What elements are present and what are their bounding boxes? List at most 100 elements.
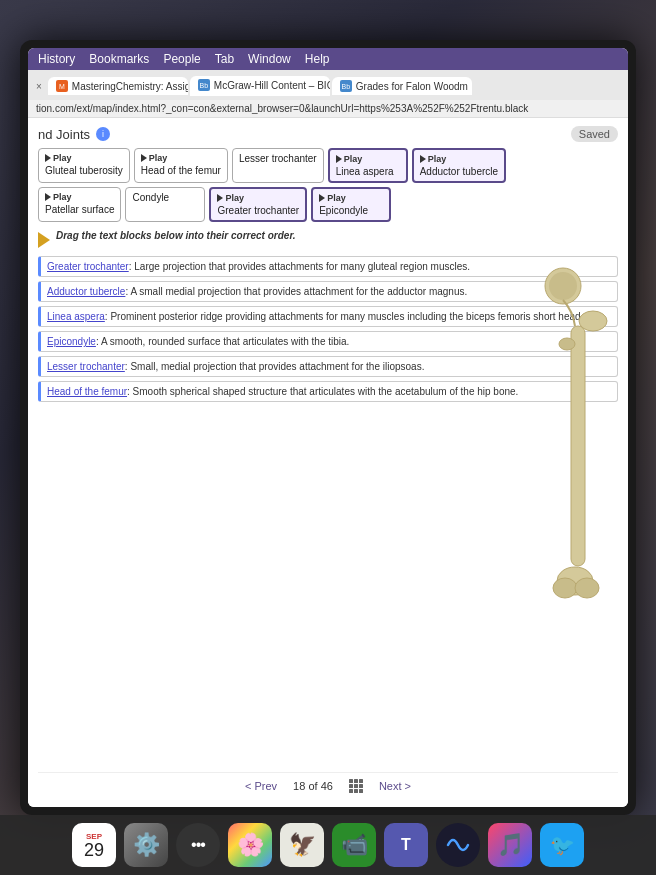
svg-point-1 (549, 272, 577, 300)
saved-badge: Saved (571, 126, 618, 142)
dock-wave[interactable] (436, 823, 480, 867)
menu-people[interactable]: People (163, 52, 200, 66)
tab-label-3: Grades for Falon Woodm (356, 81, 468, 92)
drag-instruction: Drag the text blocks below into their co… (38, 230, 618, 248)
play-text-adductor: Play (428, 154, 447, 164)
btn-label-greater: Greater trochanter (217, 205, 299, 216)
tab-3[interactable]: Bb Grades for Falon Woodm (332, 77, 472, 95)
desc-text-1: : A small medial projection that provide… (125, 286, 467, 297)
page-header: nd Joints i Saved (38, 126, 618, 142)
tab-close-btn[interactable]: × (32, 79, 46, 94)
grid-dot-5 (354, 784, 358, 788)
play-icon-greater (217, 194, 223, 202)
btn-linea[interactable]: Play Linea aspera (328, 148, 408, 183)
menu-window[interactable]: Window (248, 52, 291, 66)
tab-icon-3: Bb (340, 80, 352, 92)
info-icon: i (96, 127, 110, 141)
term-1: Adductor tubercle (47, 286, 125, 297)
term-0: Greater trochanter (47, 261, 129, 272)
grid-view-icon[interactable] (349, 779, 363, 793)
play-icon-adductor (420, 155, 426, 163)
play-icon-epicondyle (319, 194, 325, 202)
btn-head-femur[interactable]: Play Head of the femur (134, 148, 228, 183)
desc-card-3[interactable]: Epicondyle: A smooth, rounded surface th… (38, 331, 618, 352)
tab-label-1: MasteringChemistry: Assignme (72, 81, 188, 92)
grid-dot-9 (359, 789, 363, 793)
desc-text-4: : Small, medial projection that provides… (125, 361, 425, 372)
grid-dot-7 (349, 789, 353, 793)
arrow-icon (38, 232, 50, 248)
play-icon-gluteal (45, 154, 51, 162)
dock-twitter[interactable]: 🐦 (540, 823, 584, 867)
tab-2[interactable]: Bb McGraw-Hill Content – BIOL-1 × (190, 76, 330, 96)
mac-dock: SEP 29 ⚙️ ••• 🌸 🦅 📹 T 🎵 🐦 (0, 815, 656, 875)
svg-rect-3 (571, 326, 585, 566)
desc-card-2[interactable]: Linea aspera: Prominent posterior ridge … (38, 306, 618, 327)
svg-point-7 (575, 578, 599, 598)
term-4: Lesser trochanter (47, 361, 125, 372)
nav-of: of (308, 780, 320, 792)
btn-adductor[interactable]: Play Adductor tubercle (412, 148, 506, 183)
btn-label-condyle: Condyle (132, 192, 198, 203)
url-text: tion.com/ext/map/index.html?_con=con&ext… (36, 103, 528, 114)
content-area: Greater trochanter: Large projection tha… (38, 256, 618, 772)
url-bar[interactable]: tion.com/ext/map/index.html?_con=con&ext… (28, 100, 628, 118)
menu-tab[interactable]: Tab (215, 52, 234, 66)
btn-condyle[interactable]: Condyle (125, 187, 205, 222)
grid-dot-2 (354, 779, 358, 783)
svg-point-4 (559, 338, 575, 350)
menu-help[interactable]: Help (305, 52, 330, 66)
nav-footer: < Prev 18 of 46 Next > (38, 772, 618, 799)
main-content: nd Joints i Saved Play Gluteal tuberosit… (28, 118, 628, 807)
play-text-linea: Play (344, 154, 363, 164)
buttons-grid: Play Gluteal tuberosity Play Head of the… (38, 148, 618, 222)
menu-bar: History Bookmarks People Tab Window Help (28, 48, 628, 70)
desc-card-1[interactable]: Adductor tubercle: A small medial projec… (38, 281, 618, 302)
play-text-head: Play (149, 153, 168, 163)
tab-1[interactable]: M MasteringChemistry: Assignme × (48, 77, 188, 95)
dock-music[interactable]: 🎵 (488, 823, 532, 867)
desc-card-5[interactable]: Head of the femur: Smooth spherical shap… (38, 381, 618, 402)
dock-calendar[interactable]: SEP 29 (72, 823, 116, 867)
btn-greater[interactable]: Play Greater trochanter (209, 187, 307, 222)
menu-bookmarks[interactable]: Bookmarks (89, 52, 149, 66)
play-text-patellar: Play (53, 192, 72, 202)
menu-history[interactable]: History (38, 52, 75, 66)
play-icon-head (141, 154, 147, 162)
dock-settings[interactable]: ⚙️ (124, 823, 168, 867)
nav-total: 46 (321, 780, 333, 792)
btn-gluteal[interactable]: Play Gluteal tuberosity (38, 148, 130, 183)
btn-epicondyle[interactable]: Play Epicondyle (311, 187, 391, 222)
grid-dot-8 (354, 789, 358, 793)
dock-teams[interactable]: T (384, 823, 428, 867)
desc-text-2: : Prominent posterior ridge providing at… (105, 311, 584, 322)
dock-day: 29 (84, 841, 104, 859)
svg-point-6 (553, 578, 577, 598)
tab-icon-1: M (56, 80, 68, 92)
desc-card-4[interactable]: Lesser trochanter: Small, medial project… (38, 356, 618, 377)
drag-text: Drag the text blocks below into their co… (56, 230, 296, 241)
nav-current: 18 (293, 780, 305, 792)
next-button[interactable]: Next > (379, 780, 411, 792)
dock-photos[interactable]: 🌸 (228, 823, 272, 867)
term-5: Head of the femur (47, 386, 127, 397)
desc-text-5: : Smooth spherical shaped structure that… (127, 386, 518, 397)
page-title: nd Joints (38, 127, 90, 142)
btn-label-gluteal: Gluteal tuberosity (45, 165, 123, 176)
play-icon-linea (336, 155, 342, 163)
left-content: Greater trochanter: Large projection tha… (38, 256, 618, 772)
btn-lesser[interactable]: Lesser trochanter (232, 148, 324, 183)
btn-label-lesser: Lesser trochanter (239, 153, 317, 164)
play-text-epicondyle: Play (327, 193, 346, 203)
desc-text-3: : A smooth, rounded surface that articul… (96, 336, 349, 347)
tab-bar: × M MasteringChemistry: Assignme × Bb Mc… (28, 70, 628, 100)
btn-patellar[interactable]: Play Patellar surface (38, 187, 121, 222)
screen: History Bookmarks People Tab Window Help… (28, 48, 628, 807)
desc-card-0[interactable]: Greater trochanter: Large projection tha… (38, 256, 618, 277)
prev-button[interactable]: < Prev (245, 780, 277, 792)
btn-label-linea: Linea aspera (336, 166, 400, 177)
dock-bird[interactable]: 🦅 (280, 823, 324, 867)
dock-facetime[interactable]: 📹 (332, 823, 376, 867)
grid-dot-3 (359, 779, 363, 783)
dock-more[interactable]: ••• (176, 823, 220, 867)
